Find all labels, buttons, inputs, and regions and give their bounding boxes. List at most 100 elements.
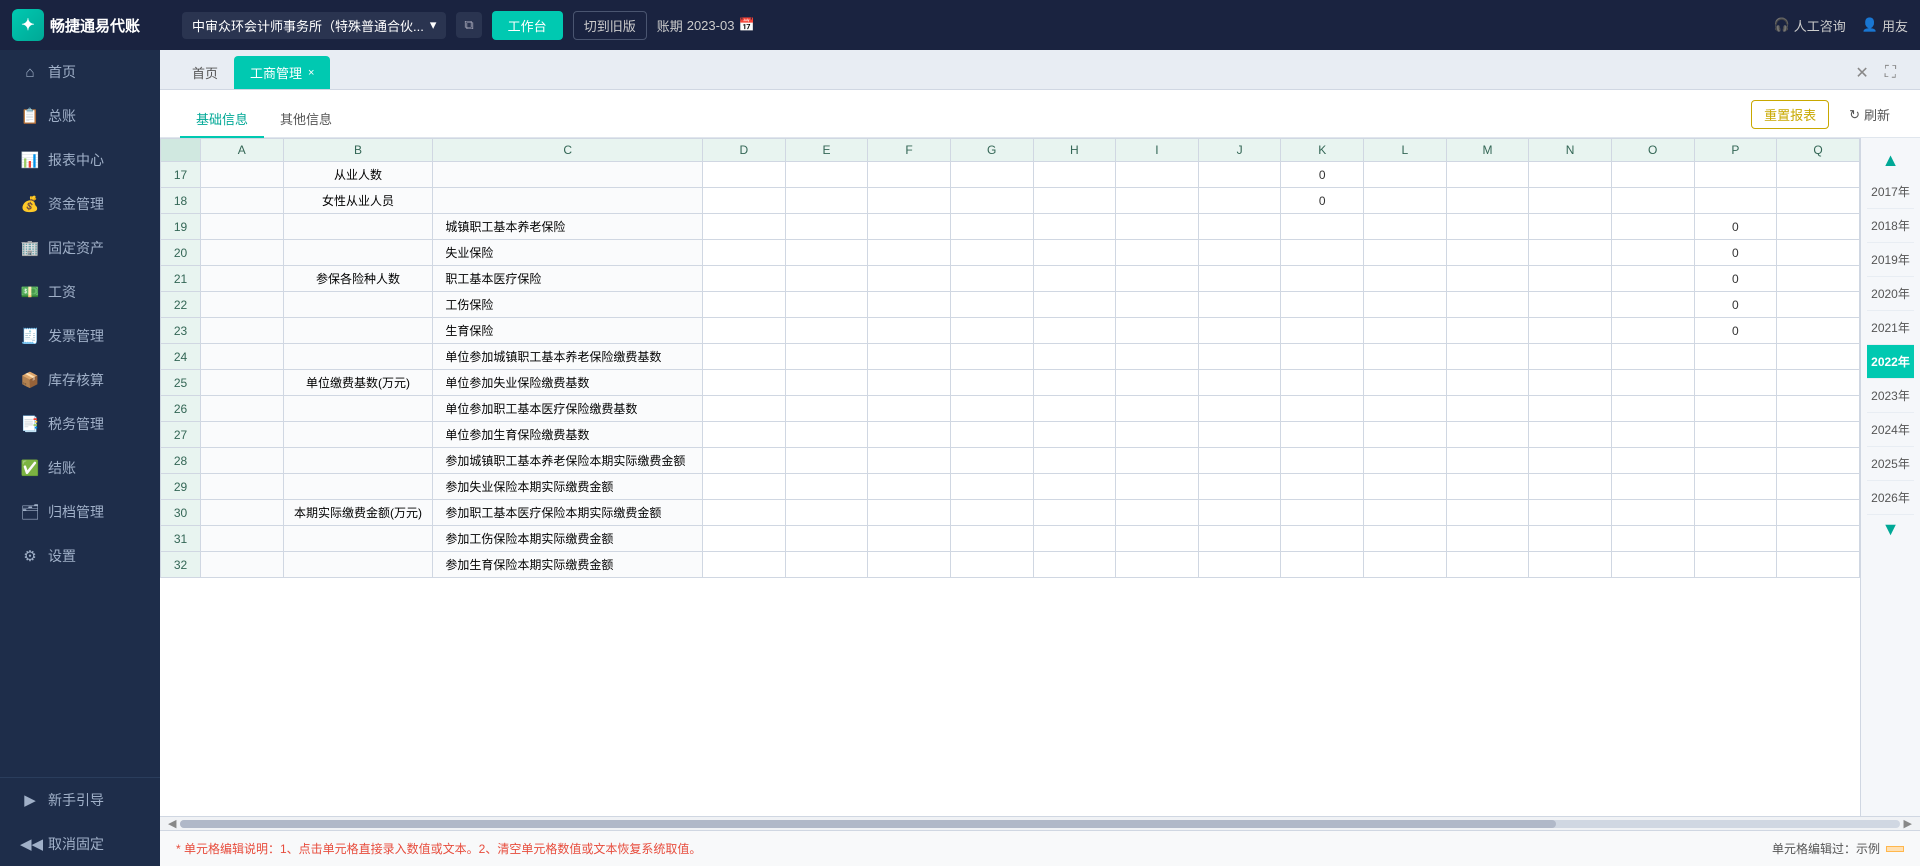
- cell-value[interactable]: [1116, 396, 1199, 422]
- cell-value[interactable]: [868, 240, 951, 266]
- cell-value[interactable]: [1033, 266, 1116, 292]
- cell-value[interactable]: [1446, 474, 1529, 500]
- sidebar-item-archive[interactable]: 🗂 归档管理: [0, 490, 160, 534]
- cell-value[interactable]: [1611, 344, 1694, 370]
- cell-value[interactable]: [950, 266, 1033, 292]
- cell-value[interactable]: [1777, 266, 1860, 292]
- table-row[interactable]: 26单位参加职工基本医疗保险缴费基数: [161, 396, 1860, 422]
- cell-value[interactable]: [1116, 162, 1199, 188]
- cell-value[interactable]: 0: [1281, 188, 1364, 214]
- cell-value[interactable]: [1364, 370, 1447, 396]
- cell-value[interactable]: [703, 552, 786, 578]
- cell-value[interactable]: 0: [1694, 292, 1777, 318]
- table-row[interactable]: 32参加生育保险本期实际缴费金额: [161, 552, 1860, 578]
- cell-value[interactable]: [1364, 214, 1447, 240]
- cell-value[interactable]: [1529, 474, 1612, 500]
- cell-value[interactable]: [1446, 448, 1529, 474]
- cell-value[interactable]: [1694, 500, 1777, 526]
- table-row[interactable]: 25单位缴费基数(万元)单位参加失业保险缴费基数: [161, 370, 1860, 396]
- tab-close-icon[interactable]: ×: [308, 67, 314, 79]
- cell-value[interactable]: [868, 266, 951, 292]
- cell-value[interactable]: [1529, 188, 1612, 214]
- cell-value[interactable]: [703, 422, 786, 448]
- cell-value[interactable]: [1611, 266, 1694, 292]
- cell-c[interactable]: 单位参加失业保险缴费基数: [433, 370, 703, 396]
- cell-value[interactable]: [868, 500, 951, 526]
- cell-value[interactable]: [1529, 422, 1612, 448]
- cell-value[interactable]: [1529, 292, 1612, 318]
- tab-industrial[interactable]: 工商管理 ×: [234, 56, 330, 89]
- cell-value[interactable]: 0: [1694, 266, 1777, 292]
- cell-value[interactable]: [1529, 552, 1612, 578]
- cell-value[interactable]: [703, 448, 786, 474]
- year-item[interactable]: 2026年: [1867, 481, 1914, 515]
- hscroll-track[interactable]: [180, 820, 1899, 828]
- cell-value[interactable]: [1116, 344, 1199, 370]
- cell-value[interactable]: [1446, 500, 1529, 526]
- cell-value[interactable]: [1198, 474, 1281, 500]
- cell-value[interactable]: [950, 422, 1033, 448]
- cell-a[interactable]: [201, 188, 284, 214]
- cell-value[interactable]: [1694, 474, 1777, 500]
- cell-value[interactable]: [703, 344, 786, 370]
- cell-value[interactable]: [1364, 500, 1447, 526]
- cell-value[interactable]: [1033, 474, 1116, 500]
- cell-value[interactable]: [1694, 448, 1777, 474]
- cell-value[interactable]: [1364, 448, 1447, 474]
- cell-value[interactable]: [1281, 474, 1364, 500]
- cell-value[interactable]: [868, 422, 951, 448]
- cell-value[interactable]: [1777, 422, 1860, 448]
- year-item[interactable]: 2019年: [1867, 243, 1914, 277]
- year-panel-down[interactable]: ▼: [1861, 515, 1920, 544]
- cell-a[interactable]: [201, 318, 284, 344]
- cell-value[interactable]: [703, 370, 786, 396]
- cell-value[interactable]: [1529, 448, 1612, 474]
- cell-value[interactable]: [1529, 318, 1612, 344]
- sidebar-item-salary[interactable]: 💵 工资: [0, 270, 160, 314]
- cell-value[interactable]: [868, 318, 951, 344]
- cell-a[interactable]: [201, 448, 284, 474]
- cell-value[interactable]: [1116, 500, 1199, 526]
- cell-a[interactable]: [201, 396, 284, 422]
- cell-c[interactable]: 单位参加城镇职工基本养老保险缴费基数: [433, 344, 703, 370]
- cell-value[interactable]: [1694, 188, 1777, 214]
- refresh-button[interactable]: ↻ 刷新: [1839, 101, 1900, 128]
- cell-value[interactable]: [1281, 500, 1364, 526]
- cell-value[interactable]: [785, 318, 868, 344]
- cell-value[interactable]: [785, 396, 868, 422]
- cell-value[interactable]: [785, 422, 868, 448]
- cell-a[interactable]: [201, 370, 284, 396]
- cell-value[interactable]: [1198, 162, 1281, 188]
- cell-value[interactable]: [1694, 552, 1777, 578]
- cell-a[interactable]: [201, 162, 284, 188]
- table-row[interactable]: 28参加城镇职工基本养老保险本期实际缴费金额: [161, 448, 1860, 474]
- cell-b[interactable]: [283, 422, 433, 448]
- table-row[interactable]: 30本期实际缴费金额(万元)参加职工基本医疗保险本期实际缴费金额: [161, 500, 1860, 526]
- cell-value[interactable]: [1446, 188, 1529, 214]
- cell-value[interactable]: [1446, 292, 1529, 318]
- sidebar-item-unpin[interactable]: ◀◀ 取消固定: [0, 822, 160, 866]
- cell-value[interactable]: [1198, 500, 1281, 526]
- cell-value[interactable]: [950, 214, 1033, 240]
- cell-value[interactable]: [1611, 292, 1694, 318]
- cell-value[interactable]: [1116, 318, 1199, 344]
- cell-value[interactable]: [785, 266, 868, 292]
- spreadsheet-area[interactable]: A B C D E F G H I J K L M: [160, 138, 1860, 816]
- cell-b[interactable]: 单位缴费基数(万元): [283, 370, 433, 396]
- sidebar-item-report[interactable]: 📊 报表中心: [0, 138, 160, 182]
- cell-value[interactable]: [868, 292, 951, 318]
- cell-value[interactable]: [1611, 188, 1694, 214]
- cell-value[interactable]: [1529, 526, 1612, 552]
- cell-value[interactable]: [1777, 370, 1860, 396]
- cell-value[interactable]: [1777, 448, 1860, 474]
- cell-value[interactable]: [950, 318, 1033, 344]
- table-row[interactable]: 31参加工伤保险本期实际缴费金额: [161, 526, 1860, 552]
- cell-value[interactable]: [703, 188, 786, 214]
- cell-value[interactable]: 0: [1694, 240, 1777, 266]
- cell-value[interactable]: [703, 240, 786, 266]
- cell-value[interactable]: [950, 370, 1033, 396]
- cell-c[interactable]: [433, 162, 703, 188]
- cell-value[interactable]: [1694, 422, 1777, 448]
- year-item[interactable]: 2021年: [1867, 311, 1914, 345]
- cell-value[interactable]: [1281, 526, 1364, 552]
